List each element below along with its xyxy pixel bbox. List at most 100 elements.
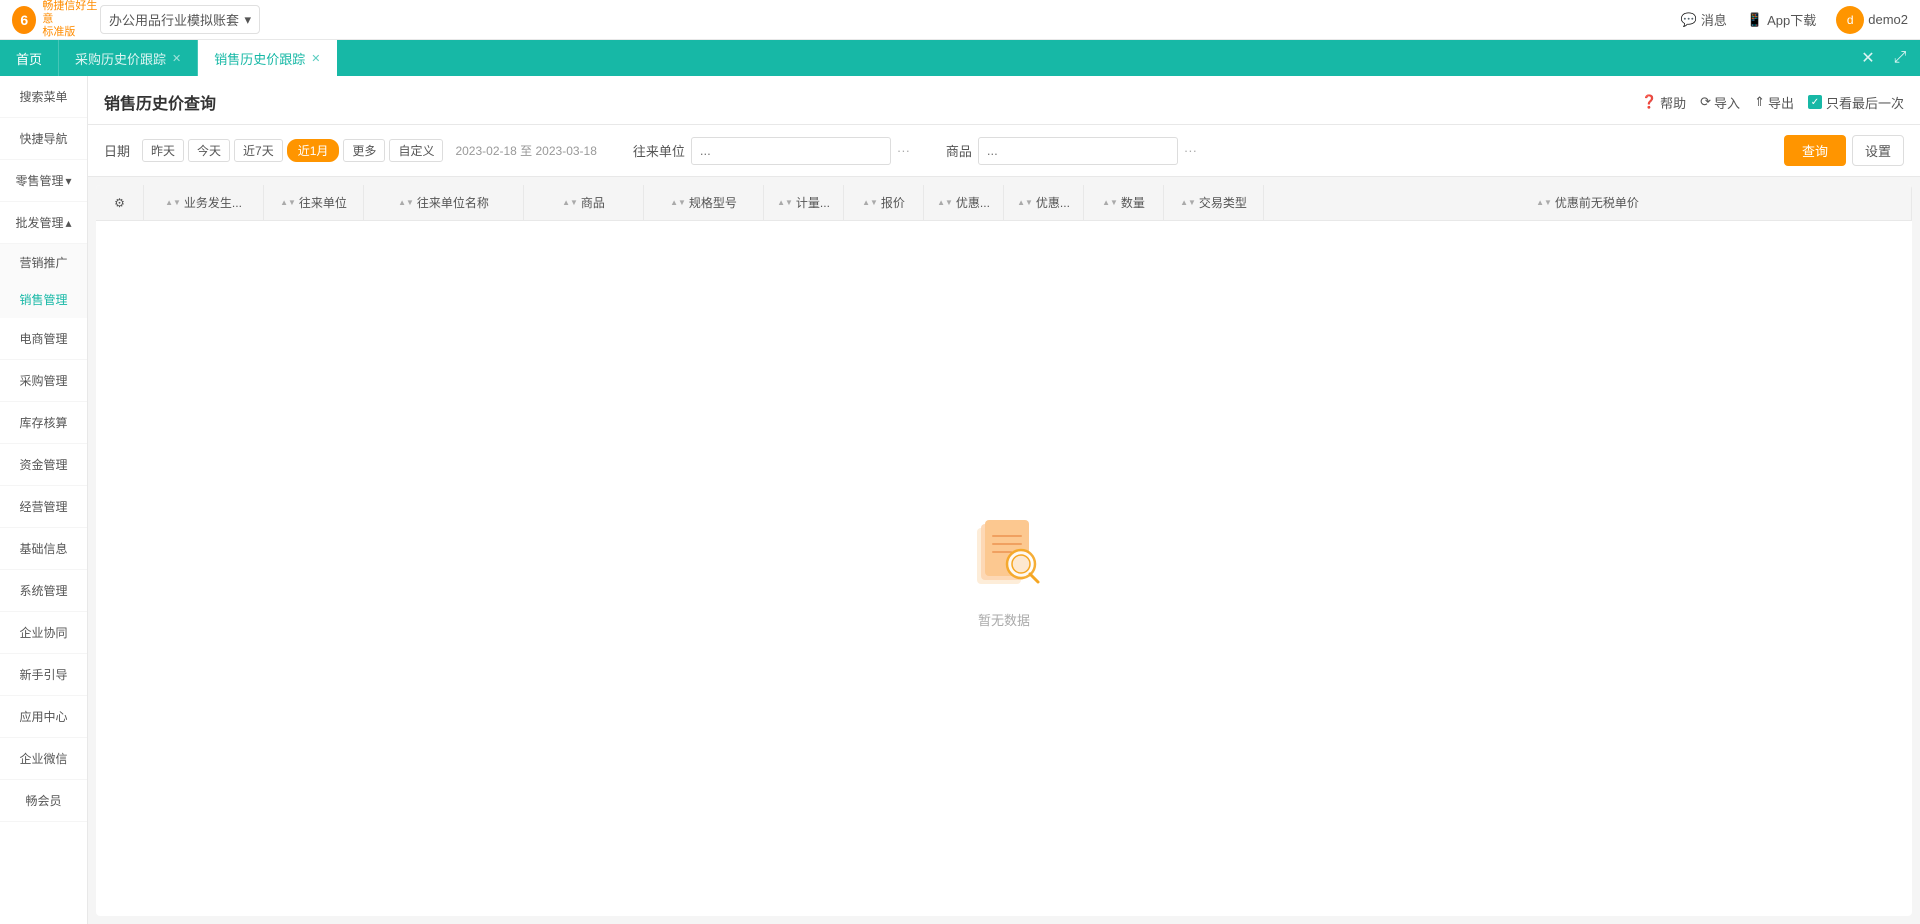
date-buttons: 昨天 今天 近7天 近1月 更多 自定义 (142, 139, 443, 162)
only-last-checkbox-label[interactable]: ✓ 只看最后一次 (1808, 93, 1904, 112)
th-biz-date[interactable]: ▲▼ 业务发生... (144, 185, 264, 220)
header-right: 💬 消息 📱 App下载 d demo2 (1681, 6, 1908, 34)
export-icon: ⇑ (1754, 94, 1765, 110)
sidebar-item-retail[interactable]: 零售管理 ▾ (0, 160, 87, 202)
goods-input[interactable] (978, 137, 1178, 165)
sort-icon-pre-tax-price: ▲▼ (1536, 198, 1552, 207)
from-unit-field: 往来单位 ··· (633, 137, 910, 165)
goods-field: 商品 ··· (946, 137, 1197, 165)
import-btn[interactable]: ⟳ 导入 (1700, 93, 1740, 112)
goods-label: 商品 (946, 141, 972, 160)
date-btn-today[interactable]: 今天 (188, 139, 230, 162)
th-unit-name[interactable]: ▲▼ 往来单位名称 (364, 185, 524, 220)
import-icon: ⟳ (1700, 94, 1711, 110)
close-purchase-tab-icon[interactable]: ✕ (172, 52, 181, 65)
sidebar-item-inventory[interactable]: 库存核算 (0, 402, 87, 444)
logo-icon: 6 (12, 6, 36, 34)
sidebar-item-sales-mgmt[interactable]: 销售管理 (0, 281, 87, 318)
help-icon: ❓ (1641, 94, 1657, 110)
sidebar-item-basic-info[interactable]: 基础信息 (0, 528, 87, 570)
date-btn-yesterday[interactable]: 昨天 (142, 139, 184, 162)
th-settings[interactable]: ⚙ (96, 185, 144, 220)
download-icon: 📱 (1747, 12, 1763, 28)
date-btn-custom[interactable]: 自定义 (389, 139, 443, 162)
th-trade-type[interactable]: ▲▼ 交易类型 (1164, 185, 1264, 220)
avatar: d (1836, 6, 1864, 34)
user-area[interactable]: d demo2 (1836, 6, 1908, 34)
app-download-btn[interactable]: 📱 App下载 (1747, 10, 1816, 29)
sort-icon-biz-date: ▲▼ (165, 198, 181, 207)
export-btn[interactable]: ⇑ 导出 (1754, 93, 1794, 112)
message-icon: 💬 (1681, 12, 1697, 28)
date-range-text: 2023-02-18 至 2023-03-18 (455, 142, 596, 159)
app-selector[interactable]: 办公用品行业模拟账套 ▾ (100, 5, 260, 34)
gear-icon: ⚙ (114, 196, 125, 210)
content-area: 销售历史价查询 ❓ 帮助 ⟳ 导入 ⇑ 导出 ✓ 只看最后一次 (88, 76, 1920, 924)
sidebar-item-guide[interactable]: 新手引导 (0, 654, 87, 696)
date-btn-more[interactable]: 更多 (343, 139, 385, 162)
close-sales-tab-icon[interactable]: ✕ (311, 52, 320, 65)
filter-actions: 查询 设置 (1784, 135, 1904, 166)
chevron-up-icon: ▴ (65, 216, 71, 230)
date-label: 日期 (104, 141, 130, 160)
sidebar-item-ecommerce[interactable]: 电商管理 (0, 318, 87, 360)
chevron-down-icon: ▾ (244, 12, 251, 28)
sidebar-item-enterprise-wechat[interactable]: 企业微信 (0, 738, 87, 780)
maximize-btn[interactable]: ⤢ (1888, 46, 1912, 70)
sidebar-item-search[interactable]: 搜索菜单 (0, 76, 87, 118)
page-title: 销售历史价查询 (104, 90, 216, 114)
th-discount1[interactable]: ▲▼ 优惠... (924, 185, 1004, 220)
tab-bar-actions: ✕ ⤢ (1856, 46, 1920, 70)
sort-icon-goods: ▲▼ (562, 198, 578, 207)
th-goods[interactable]: ▲▼ 商品 (524, 185, 644, 220)
sidebar-item-cooperation[interactable]: 企业协同 (0, 612, 87, 654)
sidebar-item-vip[interactable]: 畅会员 (0, 780, 87, 822)
sort-icon-spec: ▲▼ (670, 198, 686, 207)
empty-illustration (959, 508, 1049, 598)
top-header: 6 畅捷信好生意 标准版 办公用品行业模拟账套 ▾ 💬 消息 📱 App下载 d… (0, 0, 1920, 40)
close-all-tabs-btn[interactable]: ✕ (1856, 46, 1880, 70)
th-quantity[interactable]: ▲▼ 数量 (1084, 185, 1164, 220)
sidebar-item-purchase[interactable]: 采购管理 (0, 360, 87, 402)
sidebar-item-operations[interactable]: 经营管理 (0, 486, 87, 528)
sort-icon-discount1: ▲▼ (937, 198, 953, 207)
page-header: 销售历史价查询 ❓ 帮助 ⟳ 导入 ⇑ 导出 ✓ 只看最后一次 (88, 76, 1920, 125)
sort-icon-unit: ▲▼ (777, 198, 793, 207)
date-btn-1month[interactable]: 近1月 (287, 139, 340, 162)
settings-button[interactable]: 设置 (1852, 135, 1904, 166)
from-unit-input[interactable] (691, 137, 891, 165)
th-discount2[interactable]: ▲▼ 优惠... (1004, 185, 1084, 220)
help-btn[interactable]: ❓ 帮助 (1641, 93, 1686, 112)
sidebar-item-finance[interactable]: 资金管理 (0, 444, 87, 486)
th-unit-code[interactable]: ▲▼ 往来单位 (264, 185, 364, 220)
th-spec[interactable]: ▲▼ 规格型号 (644, 185, 764, 220)
sidebar-item-app-center[interactable]: 应用中心 (0, 696, 87, 738)
query-button[interactable]: 查询 (1784, 135, 1846, 166)
sidebar-item-wholesale[interactable]: 批发管理 ▴ (0, 202, 87, 244)
logo-text: 畅捷信好生意 标准版 (42, 0, 100, 39)
th-unit[interactable]: ▲▼ 计量... (764, 185, 844, 220)
page-header-actions: ❓ 帮助 ⟳ 导入 ⇑ 导出 ✓ 只看最后一次 (1641, 93, 1904, 112)
only-last-checkbox[interactable]: ✓ (1808, 95, 1822, 109)
th-pre-tax-price[interactable]: ▲▼ 优惠前无税单价 (1264, 185, 1912, 220)
sidebar: 搜索菜单 快捷导航 零售管理 ▾ 批发管理 ▴ 营销推广 销售管理 电商管理 采… (0, 76, 88, 924)
date-btn-7days[interactable]: 近7天 (234, 139, 283, 162)
sort-icon-quantity: ▲▼ (1102, 198, 1118, 207)
sidebar-item-marketing[interactable]: 营销推广 (0, 244, 87, 281)
tab-bar: 首页 采购历史价跟踪 ✕ 销售历史价跟踪 ✕ ✕ ⤢ (0, 40, 1920, 76)
message-btn[interactable]: 💬 消息 (1681, 10, 1727, 29)
sort-icon-price: ▲▼ (862, 198, 878, 207)
sidebar-item-quick-nav[interactable]: 快捷导航 (0, 118, 87, 160)
from-unit-label: 往来单位 (633, 141, 685, 160)
table-area: ⚙ ▲▼ 业务发生... ▲▼ 往来单位 ▲▼ 往来单位名称 ▲▼ 商品 (96, 185, 1912, 916)
tab-sales-history[interactable]: 销售历史价跟踪 ✕ (198, 40, 337, 76)
goods-dots: ··· (1184, 143, 1197, 158)
filter-bar: 日期 昨天 今天 近7天 近1月 更多 自定义 2023-02-18 至 202… (88, 125, 1920, 177)
sidebar-item-system[interactable]: 系统管理 (0, 570, 87, 612)
tab-home[interactable]: 首页 (0, 40, 59, 76)
logo-area: 6 畅捷信好生意 标准版 (12, 0, 100, 39)
sidebar-sub-wholesale: 营销推广 销售管理 (0, 244, 87, 318)
tab-purchase-history[interactable]: 采购历史价跟踪 ✕ (59, 40, 198, 76)
sort-icon-discount2: ▲▼ (1017, 198, 1033, 207)
th-price[interactable]: ▲▼ 报价 (844, 185, 924, 220)
